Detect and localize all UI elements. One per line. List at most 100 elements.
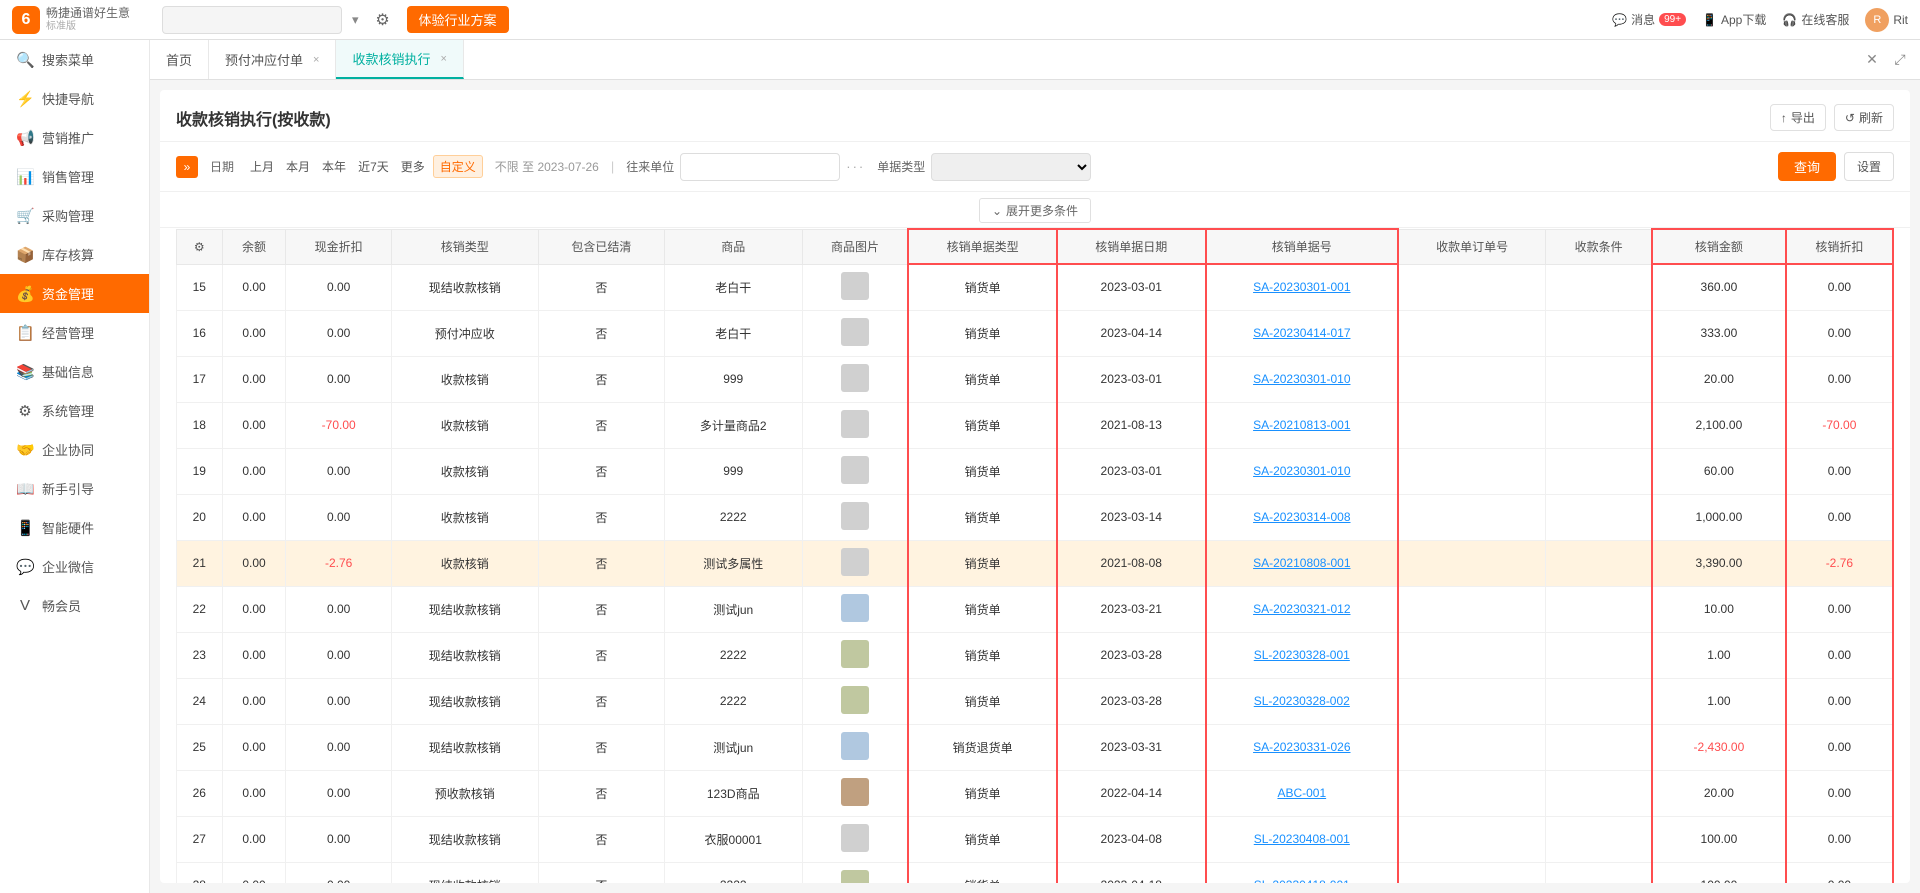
cell-doc-no: SA-20230331-026 xyxy=(1206,724,1399,770)
search-input[interactable] xyxy=(162,6,342,34)
cell-verify-amount: 1.00 xyxy=(1652,632,1786,678)
table-row: 22 0.00 0.00 现结收款核销 否 测试jun 销货单 2023-03-… xyxy=(177,586,1894,632)
more-date-btn[interactable]: 更多 xyxy=(397,156,429,177)
filter-settings-btn[interactable]: 设置 xyxy=(1844,152,1894,181)
cell-balance: 0.00 xyxy=(222,586,286,632)
last-7-days-btn[interactable]: 近7天 xyxy=(354,156,393,177)
cell-payment-terms xyxy=(1546,586,1652,632)
sidebar-item-3[interactable]: 📊销售管理 xyxy=(0,157,149,196)
table-row: 23 0.00 0.00 现结收款核销 否 2222 销货单 2023-03-2… xyxy=(177,632,1894,678)
sidebar-icon-14: V xyxy=(16,597,34,614)
sidebar-item-7[interactable]: 📋经营管理 xyxy=(0,313,149,352)
cell-img xyxy=(802,310,908,356)
query-btn[interactable]: 查询 xyxy=(1778,152,1836,181)
voucher-type-select[interactable] xyxy=(931,153,1091,181)
tab2-close-icon[interactable]: × xyxy=(440,53,446,65)
date-range: 不限 至 2023-07-26 xyxy=(495,158,599,175)
app-name: 畅捷通谱好生意 标准版 xyxy=(46,6,130,32)
top-bar: 6 畅捷通谱好生意 标准版 ▾ ⚙ 体验行业方案 💬 消息 99+ 📱 App下… xyxy=(0,0,1920,40)
tab1-close-icon[interactable]: × xyxy=(313,54,319,66)
sidebar-item-13[interactable]: 💬企业微信 xyxy=(0,547,149,586)
sidebar-item-8[interactable]: 📚基础信息 xyxy=(0,352,149,391)
maximize-btn[interactable]: ⤢ xyxy=(1888,48,1912,72)
cell-verify-amount: 333.00 xyxy=(1652,310,1786,356)
last-month-btn[interactable]: 上月 xyxy=(246,156,278,177)
message-icon: 💬 xyxy=(1612,13,1627,27)
cell-balance: 0.00 xyxy=(222,402,286,448)
cell-included: 否 xyxy=(538,310,664,356)
cell-cash-discount: 0.00 xyxy=(286,816,391,862)
cell-doc-date: 2023-03-01 xyxy=(1057,356,1206,402)
sidebar-item-10[interactable]: 🤝企业协同 xyxy=(0,430,149,469)
sidebar-label-13: 企业微信 xyxy=(42,557,94,576)
messages-btn[interactable]: 💬 消息 99+ xyxy=(1612,11,1686,28)
cell-num: 21 xyxy=(177,540,223,586)
cell-balance: 0.00 xyxy=(222,632,286,678)
table-row: 15 0.00 0.00 现结收款核销 否 老白干 销货单 2023-03-01… xyxy=(177,264,1894,310)
cell-verify-amount: 1.00 xyxy=(1652,678,1786,724)
logo: 6 畅捷通谱好生意 标准版 xyxy=(12,6,152,34)
cell-product: 999 xyxy=(664,356,802,402)
user-menu[interactable]: R Rit xyxy=(1865,8,1908,32)
cell-num: 23 xyxy=(177,632,223,678)
cell-cash-discount: 0.00 xyxy=(286,448,391,494)
tab-home[interactable]: 首页 xyxy=(150,40,209,79)
sidebar-item-0[interactable]: 🔍搜索菜单 xyxy=(0,40,149,79)
app-download-btn[interactable]: 📱 App下载 xyxy=(1702,11,1766,28)
filter-expand-btn[interactable]: » xyxy=(176,156,198,178)
cell-payment-terms xyxy=(1546,770,1652,816)
th-balance: 余额 xyxy=(222,229,286,264)
online-service-btn[interactable]: 🎧 在线客服 xyxy=(1782,11,1849,28)
close-window-btn[interactable]: ✕ xyxy=(1860,48,1884,72)
expand-conditions-btn[interactable]: ⌄ 展开更多条件 xyxy=(979,198,1091,223)
cell-verify-amount: 10.00 xyxy=(1652,586,1786,632)
tab-prepay[interactable]: 预付冲应付单 × xyxy=(209,40,336,79)
this-year-btn[interactable]: 本年 xyxy=(318,156,350,177)
sidebar-item-1[interactable]: ⚡快捷导航 xyxy=(0,79,149,118)
cell-payment-terms xyxy=(1546,402,1652,448)
cell-doc-type: 销货单 xyxy=(908,632,1057,678)
cell-balance: 0.00 xyxy=(222,862,286,883)
cell-cash-discount: 0.00 xyxy=(286,356,391,402)
partner-dots[interactable]: ··· xyxy=(846,159,865,174)
refresh-btn[interactable]: ↺ 刷新 xyxy=(1834,104,1894,131)
this-month-btn[interactable]: 本月 xyxy=(282,156,314,177)
sidebar-item-9[interactable]: ⚙系统管理 xyxy=(0,391,149,430)
cell-num: 19 xyxy=(177,448,223,494)
th-product-img: 商品图片 xyxy=(802,229,908,264)
custom-date-btn[interactable]: 自定义 xyxy=(433,155,483,178)
sidebar-item-4[interactable]: 🛒采购管理 xyxy=(0,196,149,235)
sidebar-item-2[interactable]: 📢营销推广 xyxy=(0,118,149,157)
sidebar-item-14[interactable]: V畅会员 xyxy=(0,586,149,625)
cell-img xyxy=(802,816,908,862)
table-header-row: ⚙ 余额 现金折扣 核销类型 包含已结清 商品 商品图片 核销单据类型 核销单据… xyxy=(177,229,1894,264)
cell-order-no xyxy=(1398,356,1546,402)
cell-cash-discount: -2.76 xyxy=(286,540,391,586)
sidebar-item-5[interactable]: 📦库存核算 xyxy=(0,235,149,274)
cell-order-no xyxy=(1398,862,1546,883)
industry-btn[interactable]: 体验行业方案 xyxy=(407,6,509,33)
cell-doc-date: 2023-03-28 xyxy=(1057,632,1206,678)
cell-payment-terms xyxy=(1546,816,1652,862)
cell-doc-type: 销货单 xyxy=(908,540,1057,586)
sidebar: 🔍搜索菜单⚡快捷导航📢营销推广📊销售管理🛒采购管理📦库存核算💰资金管理📋经营管理… xyxy=(0,40,150,893)
th-payment-terms: 收款条件 xyxy=(1546,229,1652,264)
tab-verify[interactable]: 收款核销执行 × xyxy=(336,40,463,79)
partner-input[interactable] xyxy=(680,153,840,181)
export-btn[interactable]: ↑ 导出 xyxy=(1770,104,1826,131)
cell-payment-terms xyxy=(1546,264,1652,310)
th-settings[interactable]: ⚙ xyxy=(177,229,223,264)
cell-num: 22 xyxy=(177,586,223,632)
cell-num: 17 xyxy=(177,356,223,402)
cell-img xyxy=(802,494,908,540)
cell-cash-discount: 0.00 xyxy=(286,770,391,816)
sidebar-item-12[interactable]: 📱智能硬件 xyxy=(0,508,149,547)
sidebar-item-6[interactable]: 💰资金管理 xyxy=(0,274,149,313)
cell-img xyxy=(802,862,908,883)
table-row: 24 0.00 0.00 现结收款核销 否 2222 销货单 2023-03-2… xyxy=(177,678,1894,724)
voucher-type-label: 单据类型 xyxy=(877,158,925,175)
dropdown-icon[interactable]: ▾ xyxy=(352,12,359,28)
cell-doc-type: 销货退货单 xyxy=(908,724,1057,770)
sidebar-item-11[interactable]: 📖新手引导 xyxy=(0,469,149,508)
settings-icon[interactable]: ⚙ xyxy=(369,6,397,34)
